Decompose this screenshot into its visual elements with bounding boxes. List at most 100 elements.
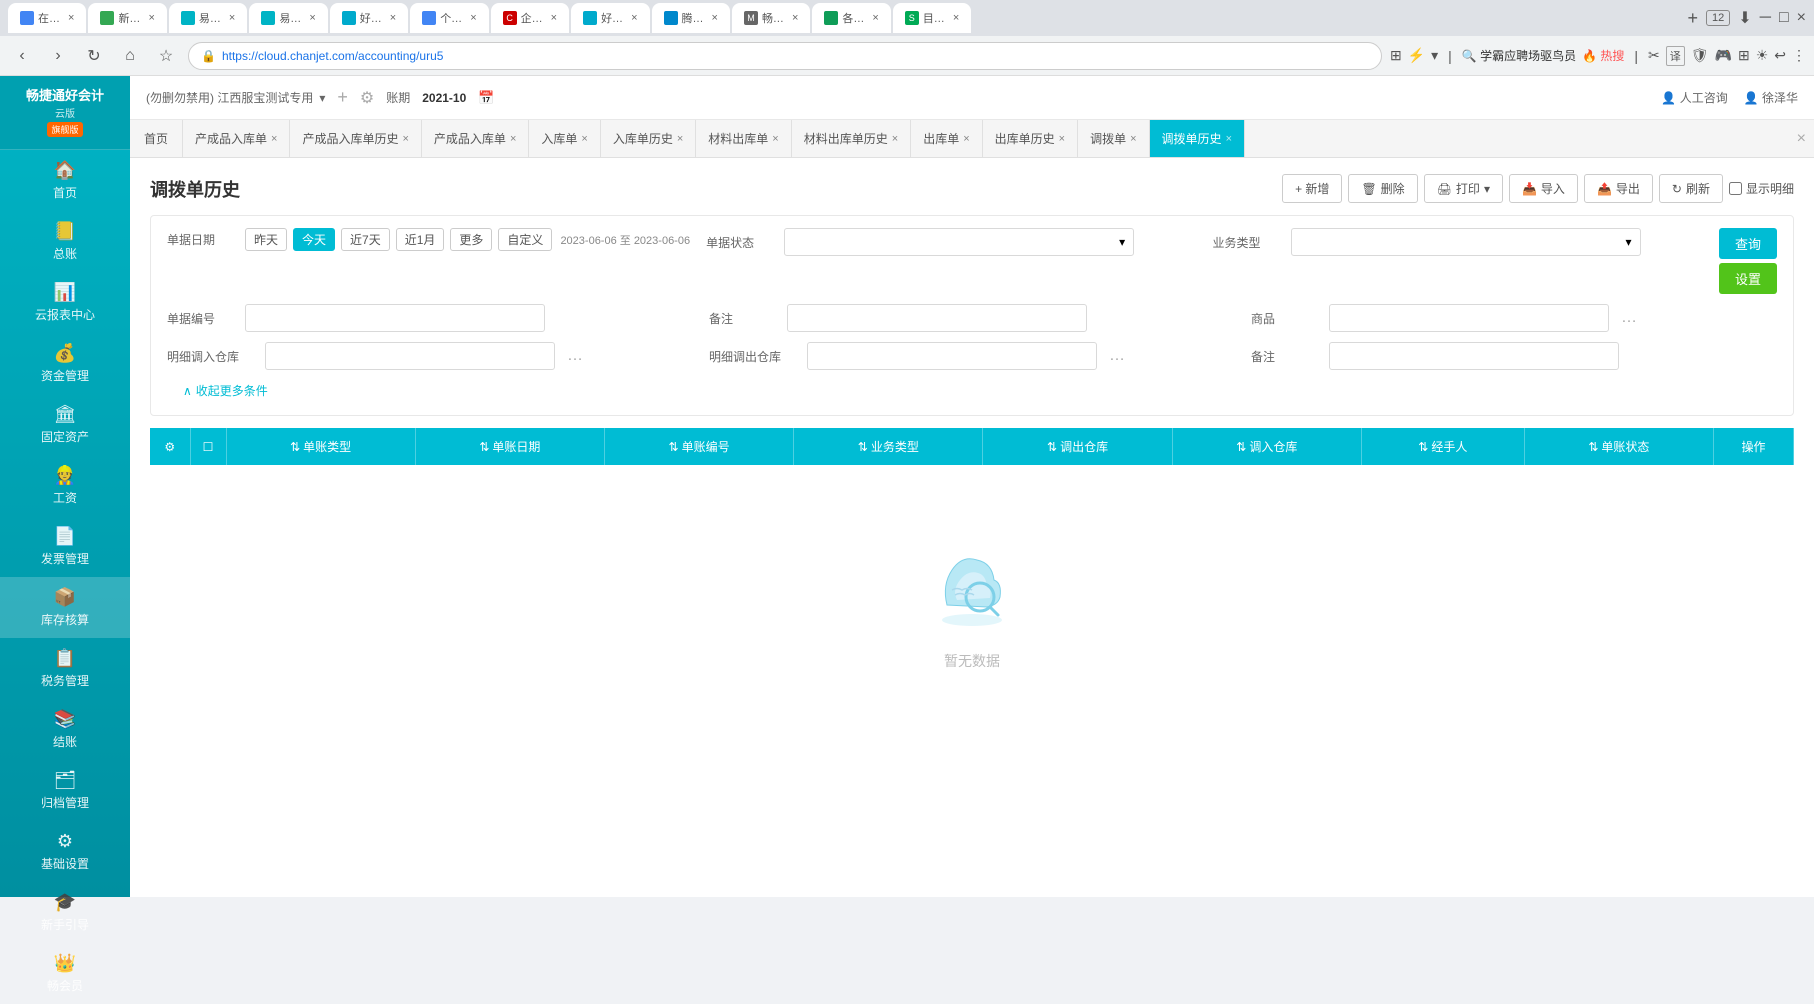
remark-input[interactable] <box>787 304 1087 332</box>
translate-icon[interactable]: 译 <box>1666 46 1685 66</box>
biz-remark-input[interactable] <box>1329 342 1619 370</box>
sidebar-item-member[interactable]: 👑 畅会员 <box>0 943 130 1004</box>
date-btn-yesterday[interactable]: 昨天 <box>245 228 287 251</box>
downloads-icon[interactable]: ⬇ <box>1738 8 1751 28</box>
sidebar-item-inventory[interactable]: 📦 库存核算 <box>0 577 130 638</box>
back-btn[interactable]: ‹ <box>8 42 36 70</box>
tab-close-icon[interactable]: × <box>1059 133 1065 145</box>
more-icon[interactable]: ⋮ <box>1792 47 1806 64</box>
doc-number-input[interactable] <box>245 304 545 332</box>
sidebar-item-archive[interactable]: 🗂 归档管理 <box>0 760 130 821</box>
collapse-btn[interactable]: ∧ 收起更多条件 <box>167 378 1777 403</box>
date-btn-today[interactable]: 今天 <box>293 228 335 251</box>
print-dropdown-icon[interactable]: ▾ <box>1484 182 1490 196</box>
refresh-browser-btn[interactable]: ↻ <box>80 42 108 70</box>
maximize-btn[interactable]: □ <box>1779 9 1789 27</box>
date-btn-custom[interactable]: 自定义 <box>498 228 552 251</box>
status-select[interactable]: ▾ <box>784 228 1134 256</box>
sidebar-item-ledger[interactable]: 📒 总账 <box>0 211 130 272</box>
forward-btn[interactable]: › <box>44 42 72 70</box>
sidebar-item-settings[interactable]: ⚙ 基础设置 <box>0 821 130 882</box>
sidebar-item-wages[interactable]: 👷 工资 <box>0 455 130 516</box>
delete-btn[interactable]: 🗑 删除 <box>1348 174 1417 203</box>
sun-icon[interactable]: ☀ <box>1756 47 1769 64</box>
table-th-checkbox[interactable]: ☐ <box>190 428 226 465</box>
tab-ruku-history[interactable]: 入库单历史 × <box>601 120 696 158</box>
minimize-btn[interactable]: ─ <box>1760 9 1771 27</box>
tab-chanpin-ruku[interactable]: 产成品入库单 × <box>183 120 290 158</box>
sidebar-item-invoice[interactable]: 📄 发票管理 <box>0 516 130 577</box>
table-th-out-warehouse[interactable]: ⇅ 调出仓库 <box>983 428 1172 465</box>
tab-close-icon[interactable]: × <box>402 133 408 145</box>
ext-lightning-icon[interactable]: ⚡ <box>1408 47 1425 64</box>
print-btn[interactable]: 🖨 打印 ▾ <box>1424 174 1503 203</box>
calendar-icon[interactable]: 📅 <box>478 90 494 106</box>
table-checkbox-icon[interactable]: ☐ <box>203 440 214 454</box>
tab-home[interactable]: 首页 <box>130 120 183 158</box>
tab-cailiao-chuku-history[interactable]: 材料出库单历史 × <box>792 120 911 158</box>
browser-tab-2[interactable]: 易… × <box>169 3 247 33</box>
date-btn-7days[interactable]: 近7天 <box>341 228 390 251</box>
tab-close-icon[interactable]: × <box>1130 133 1136 145</box>
home-btn[interactable]: ⌂ <box>116 42 144 70</box>
tab-chanpin-ruku-history[interactable]: 产成品入库单历史 × <box>290 120 421 158</box>
tab-chuku-history[interactable]: 出库单历史 × <box>983 120 1078 158</box>
sidebar-item-closing[interactable]: 📚 结账 <box>0 699 130 760</box>
goods-input[interactable] <box>1329 304 1609 332</box>
add-company-btn[interactable]: + <box>337 87 348 108</box>
tab-diaobo-history[interactable]: 调拨单历史 × <box>1150 120 1245 158</box>
tab-diaobo[interactable]: 调拨单 × <box>1078 120 1149 158</box>
shield-icon[interactable]: 🛡 <box>1691 47 1709 64</box>
table-th-in-warehouse[interactable]: ⇅ 调入仓库 <box>1172 428 1361 465</box>
export-btn[interactable]: 📤 导出 <box>1584 174 1653 203</box>
tab-close-icon-active[interactable]: × <box>1226 133 1232 145</box>
browser-tab-0[interactable]: 在… × <box>8 3 86 33</box>
tab-chuku[interactable]: 出库单 × <box>911 120 982 158</box>
close-btn[interactable]: × <box>1797 9 1806 27</box>
import-btn[interactable]: 📥 导入 <box>1509 174 1578 203</box>
company-selector[interactable]: (勿删勿禁用) 江西服宝测试专用 ▾ <box>146 89 325 106</box>
tab-chanpin-ruku2[interactable]: 产成品入库单 × <box>422 120 529 158</box>
refresh-btn[interactable]: ↻ 刷新 <box>1659 174 1723 203</box>
out-warehouse-input[interactable] <box>807 342 1097 370</box>
sidebar-item-guide[interactable]: 🎓 新手引导 <box>0 882 130 943</box>
new-tab-btn[interactable]: + <box>1687 8 1698 29</box>
biz-type-select[interactable]: ▾ <box>1291 228 1641 256</box>
tab-collapse-btn[interactable]: × <box>1789 130 1814 148</box>
tab-close-icon[interactable]: × <box>963 133 969 145</box>
sidebar-item-reports[interactable]: 📊 云报表中心 <box>0 272 130 333</box>
game-icon[interactable]: 🎮 <box>1715 47 1732 64</box>
out-warehouse-dots-btn[interactable]: … <box>1109 347 1125 365</box>
sidebar-item-home[interactable]: 🏠 首页 <box>0 150 130 211</box>
sidebar-item-assets[interactable]: 🏛 固定资产 <box>0 394 130 455</box>
browser-tab-1[interactable]: 新… × <box>88 3 166 33</box>
table-th-doc-type[interactable]: ⇅ 单账类型 <box>226 428 415 465</box>
user-avatar[interactable]: 👤 徐泽华 <box>1744 89 1798 106</box>
table-th-handler[interactable]: ⇅ 经手人 <box>1361 428 1524 465</box>
browser-tab-10[interactable]: 各… × <box>812 3 890 33</box>
undo-icon[interactable]: ↩ <box>1774 47 1786 64</box>
browser-tab-9[interactable]: M 畅… × <box>732 3 810 33</box>
tab-ruku[interactable]: 入库单 × <box>529 120 600 158</box>
browser-tab-4[interactable]: 好… × <box>330 3 408 33</box>
tab-close-icon[interactable]: × <box>271 133 277 145</box>
in-warehouse-dots-btn[interactable]: … <box>567 347 583 365</box>
ext-grid-icon[interactable]: ⊞ <box>1390 47 1402 64</box>
new-btn[interactable]: + 新增 <box>1282 174 1342 203</box>
address-bar[interactable]: 🔒 https://cloud.chanjet.com/accounting/u… <box>188 42 1382 70</box>
table-th-doc-status[interactable]: ⇅ 单账状态 <box>1524 428 1713 465</box>
sidebar-item-finance[interactable]: 💰 资金管理 <box>0 333 130 394</box>
tab-cailiao-chuku[interactable]: 材料出库单 × <box>696 120 791 158</box>
goods-dots-btn[interactable]: … <box>1621 309 1637 327</box>
settings-apply-btn[interactable]: 设置 <box>1719 263 1777 294</box>
tab-close-icon[interactable]: × <box>510 133 516 145</box>
ext-dropdown-icon[interactable]: ▾ <box>1431 47 1438 64</box>
query-btn[interactable]: 查询 <box>1719 228 1777 259</box>
tab-close-icon[interactable]: × <box>892 133 898 145</box>
table-th-settings[interactable]: ⚙ <box>150 428 190 465</box>
table-th-biz-type[interactable]: ⇅ 业务类型 <box>794 428 983 465</box>
header-settings-btn[interactable]: ⚙ <box>360 88 374 108</box>
sidebar-item-tax[interactable]: 📋 税务管理 <box>0 638 130 699</box>
date-btn-more[interactable]: 更多 <box>450 228 492 251</box>
browser-tab-8[interactable]: 腾… × <box>652 3 730 33</box>
